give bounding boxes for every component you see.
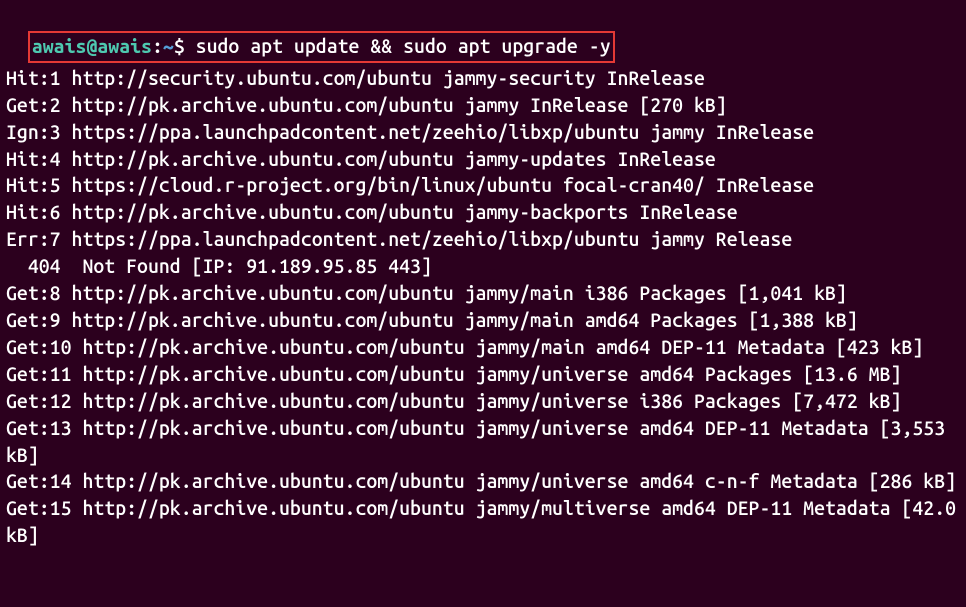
command-prompt-highlight: awais@awais:~$ sudo apt update && sudo a…	[28, 31, 615, 63]
prompt-path: ~	[163, 35, 174, 57]
output-line: Get:12 http://pk.archive.ubuntu.com/ubun…	[6, 390, 901, 412]
output-line: Ign:3 https://ppa.launchpadcontent.net/z…	[6, 121, 814, 143]
output-line: Get:10 http://pk.archive.ubuntu.com/ubun…	[6, 336, 923, 358]
output-line: Hit:5 https://cloud.r-project.org/bin/li…	[6, 174, 814, 196]
output-line: Hit:4 http://pk.archive.ubuntu.com/ubunt…	[6, 148, 716, 170]
output-line: Get:9 http://pk.archive.ubuntu.com/ubunt…	[6, 309, 858, 331]
terminal-window[interactable]: awais@awais:~$ sudo apt update && sudo a…	[6, 4, 960, 549]
output-line: Get:2 http://pk.archive.ubuntu.com/ubunt…	[6, 94, 727, 116]
user-host: awais@awais	[32, 35, 152, 57]
output-line: Get:8 http://pk.archive.ubuntu.com/ubunt…	[6, 282, 847, 304]
output-line: Get:13 http://pk.archive.ubuntu.com/ubun…	[6, 417, 956, 466]
output-line: Get:15 http://pk.archive.ubuntu.com/ubun…	[6, 497, 966, 546]
output-line: Get:11 http://pk.archive.ubuntu.com/ubun…	[6, 363, 901, 385]
output-line: Hit:1 http://security.ubuntu.com/ubuntu …	[6, 67, 705, 89]
prompt-colon: :	[152, 35, 163, 57]
output-line: Hit:6 http://pk.archive.ubuntu.com/ubunt…	[6, 201, 738, 223]
output-line: Get:14 http://pk.archive.ubuntu.com/ubun…	[6, 470, 956, 492]
command-text: sudo apt update && sudo apt upgrade -y	[196, 35, 611, 57]
output-line: 404 Not Found [IP: 91.189.95.85 443]	[6, 255, 432, 277]
output-line: Err:7 https://ppa.launchpadcontent.net/z…	[6, 228, 792, 250]
command-prompt: awais@awais:~$ sudo apt update && sudo a…	[32, 35, 611, 57]
prompt-dollar: $	[174, 35, 185, 57]
